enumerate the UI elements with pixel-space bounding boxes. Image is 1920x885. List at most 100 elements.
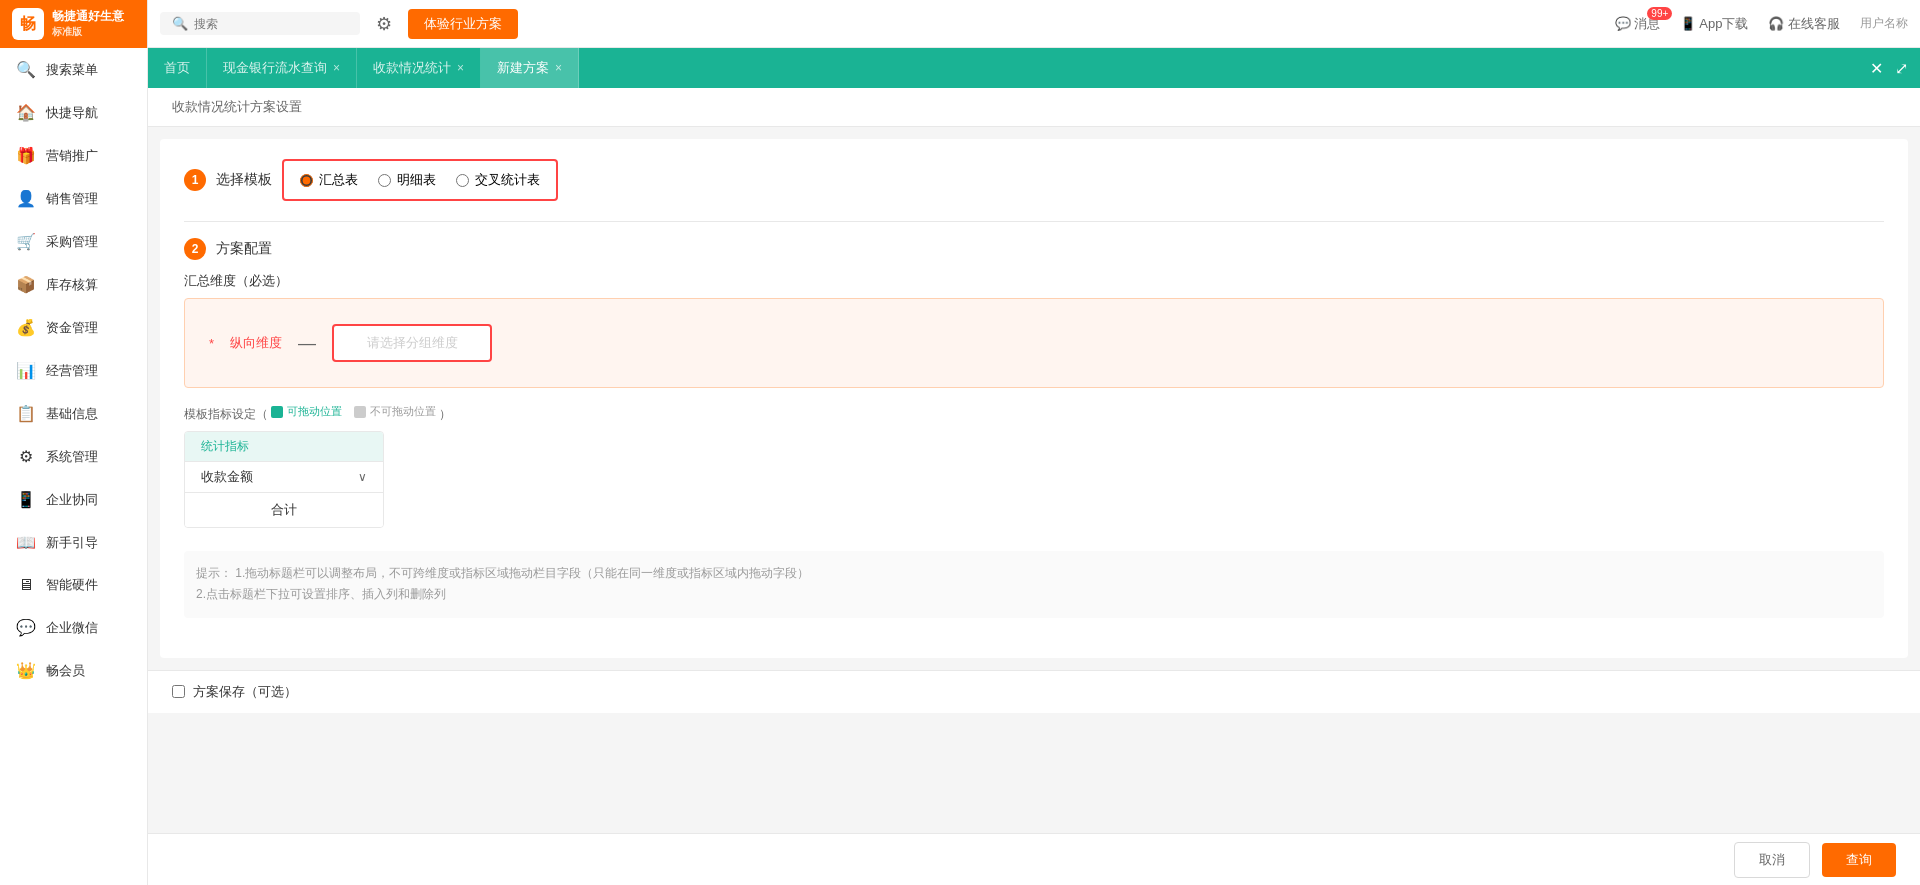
sidebar-item-basic-info[interactable]: 📋 基础信息 [0,392,147,435]
search-icon: 🔍 [172,16,188,31]
box-icon: 📦 [16,275,36,294]
tab-new-plan[interactable]: 新建方案 × [481,48,579,88]
sidebar-item-inventory[interactable]: 📦 库存核算 [0,263,147,306]
service-btn[interactable]: 🎧 在线客服 [1768,15,1840,33]
message-btn[interactable]: 💬 消息 99+ [1615,15,1661,33]
top-bar-right: 💬 消息 99+ 📱 App下载 🎧 在线客服 用户名称 [1615,15,1908,33]
vertical-dim-label: 纵向维度 [230,334,282,352]
app-name: 畅捷通好生意 [52,9,124,25]
tip-2: 2.点击标题栏下拉可设置排序、插入列和删除列 [196,584,1872,606]
search-input[interactable] [194,17,334,31]
tab-new-plan-close[interactable]: × [555,61,562,75]
chart-icon: 📊 [16,361,36,380]
radio-cross[interactable]: 交叉统计表 [456,171,540,189]
chat-icon: 💬 [16,618,36,637]
home-icon: 🏠 [16,103,36,122]
clipboard-icon: 📋 [16,404,36,423]
top-bar: 🔍 ⚙ 体验行业方案 💬 消息 99+ 📱 App下载 🎧 在线客服 用户名称 [148,0,1920,48]
radio-summary[interactable]: 汇总表 [300,171,358,189]
drag-off-indicator [354,406,366,418]
query-button[interactable]: 查询 [1822,843,1896,877]
sidebar-item-wechat[interactable]: 💬 企业微信 [0,606,147,649]
save-section: 方案保存（可选） [148,670,1920,713]
sidebar: 畅 畅捷通好生意 标准版 🔍 搜索菜单 🏠 快捷导航 🎁 营销推广 👤 销售管理… [0,0,148,885]
tab-expand-icon[interactable]: ⤢ [1895,59,1908,78]
save-label: 方案保存（可选） [193,683,297,701]
metrics-header: 统计指标 [185,432,383,462]
user-name: 用户名称 [1860,15,1908,32]
download-btn[interactable]: 📱 App下载 [1680,15,1748,33]
drag-on-indicator [271,406,283,418]
sidebar-item-enterprise[interactable]: 📱 企业协同 [0,478,147,521]
tab-collection[interactable]: 收款情况统计 × [357,48,481,88]
radio-group-template: 汇总表 明细表 交叉统计表 [300,171,540,189]
search-box[interactable]: 🔍 [160,12,360,35]
drag-off-label: 不可拖动位置 [370,404,436,419]
radio-cross-input[interactable] [456,174,469,187]
step1-title: 选择模板 [216,171,272,189]
step2-title: 方案配置 [216,240,272,258]
step2-num: 2 [184,238,206,260]
sidebar-item-guide[interactable]: 📖 新手引导 [0,521,147,564]
tab-home[interactable]: 首页 [148,48,207,88]
headset-icon: 🎧 [1768,16,1784,31]
money-icon: 💰 [16,318,36,337]
tab-bank-close[interactable]: × [333,61,340,75]
sidebar-item-quick-nav[interactable]: 🏠 快捷导航 [0,91,147,134]
col-dropdown-icon[interactable]: ∨ [358,470,367,484]
step1-section: 1 选择模板 汇总表 明细表 [184,159,1884,201]
tab-bank[interactable]: 现金银行流水查询 × [207,48,357,88]
industry-btn[interactable]: 体验行业方案 [408,9,518,39]
sidebar-item-purchase[interactable]: 🛒 采购管理 [0,220,147,263]
template-selection-box: 汇总表 明细表 交叉统计表 [282,159,558,201]
monitor-icon: 🖥 [16,576,36,594]
divider1 [184,221,1884,222]
sidebar-item-capital[interactable]: 💰 资金管理 [0,306,147,349]
radio-detail[interactable]: 明细表 [378,171,436,189]
metrics-cell-total: 合计 [185,493,383,527]
step1-header: 1 选择模板 汇总表 明细表 [184,159,1884,201]
metrics-col-header[interactable]: 收款金额 ∨ [185,462,383,493]
dimension-section: 汇总维度（必选） * 纵向维度 — 请选择分组维度 [184,272,1884,388]
sidebar-item-member[interactable]: 👑 畅会员 [0,649,147,692]
tab-collection-close[interactable]: × [457,61,464,75]
save-checkbox[interactable] [172,685,185,698]
search-menu-icon: 🔍 [16,60,36,79]
sidebar-item-system[interactable]: ⚙ 系统管理 [0,435,147,478]
sidebar-item-sales[interactable]: 👤 销售管理 [0,177,147,220]
drag-on-label: 可拖动位置 [287,404,342,419]
sidebar-item-operations[interactable]: 📊 经营管理 [0,349,147,392]
radio-summary-input[interactable] [300,174,313,187]
download-icon: 📱 [1680,16,1696,31]
tips-section: 提示： 1.拖动标题栏可以调整布局，不可跨维度或指标区域拖动栏目字段（只能在同一… [184,551,1884,618]
settings-icon[interactable]: ⚙ [376,13,392,35]
logo-icon: 畅 [12,8,44,40]
dim-section-title: 汇总维度（必选） [184,272,1884,290]
book-icon: 📖 [16,533,36,552]
cart-icon: 🛒 [16,232,36,251]
message-icon: 💬 [1615,16,1631,31]
tab-bar-actions: ✕ ⤢ [1858,48,1920,88]
crown-icon: 👑 [16,661,36,680]
user-icon: 👤 [16,189,36,208]
metrics-section: 模板指标设定（ 可拖动位置 不可拖动位置 ） 统计指标 [184,404,1884,531]
content-area: 收款情况统计方案设置 1 选择模板 汇总表 [148,88,1920,885]
sidebar-item-marketing[interactable]: 🎁 营销推广 [0,134,147,177]
page-body: 1 选择模板 汇总表 明细表 [160,139,1908,658]
phone-icon: 📱 [16,490,36,509]
sidebar-item-search-menu[interactable]: 🔍 搜索菜单 [0,48,147,91]
vertical-dim-required: * [209,336,214,351]
tip-1: 提示： 1.拖动标题栏可以调整布局，不可跨维度或指标区域拖动栏目字段（只能在同一… [196,563,1872,585]
metrics-table: 统计指标 收款金额 ∨ 合计 [184,431,384,528]
dim-select[interactable]: 请选择分组维度 [332,324,492,362]
radio-detail-input[interactable] [378,174,391,187]
step2-section: 2 方案配置 汇总维度（必选） * 纵向维度 — 请选择分组维 [184,238,1884,618]
gear-icon: ⚙ [16,447,36,466]
message-badge: 99+ [1647,7,1672,20]
tab-close-all-icon[interactable]: ✕ [1870,59,1883,78]
col-name: 收款金额 [201,468,253,486]
breadcrumb: 收款情况统计方案设置 [148,88,1920,127]
sidebar-item-smart-hw[interactable]: 🖥 智能硬件 [0,564,147,606]
dim-row-vertical: * 纵向维度 — 请选择分组维度 [209,324,492,362]
cancel-button[interactable]: 取消 [1734,842,1810,878]
